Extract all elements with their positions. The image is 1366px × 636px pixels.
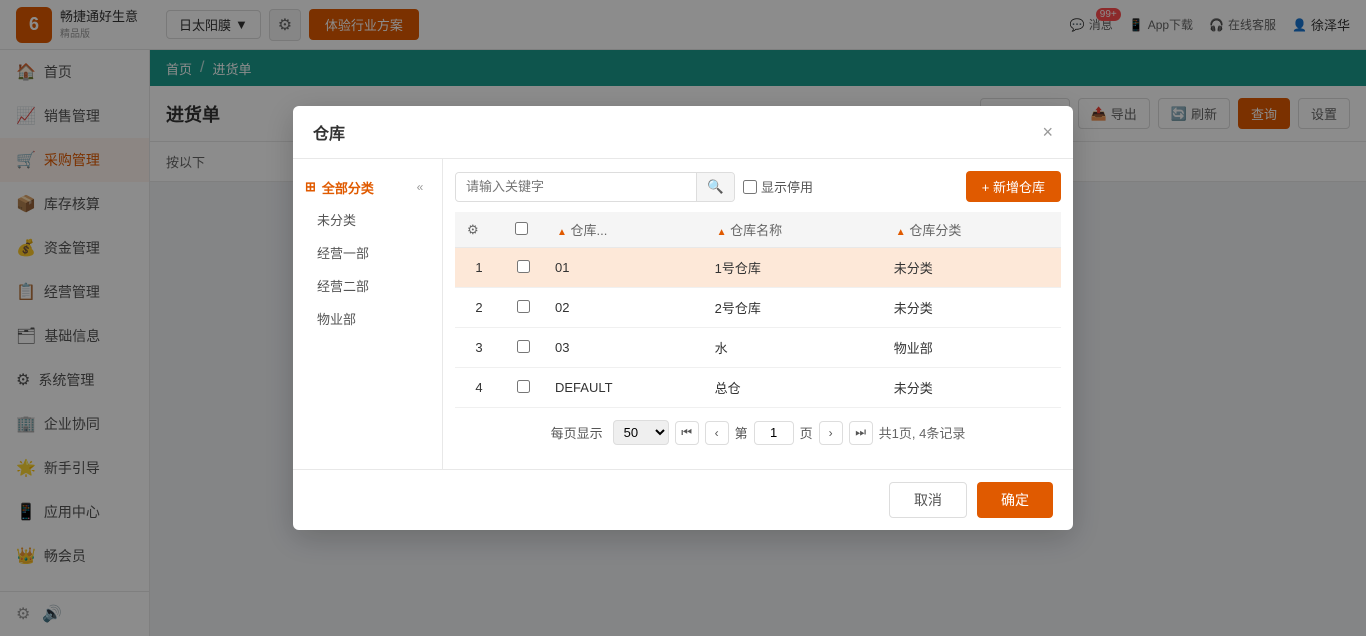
col-category-label: 仓库分类 (909, 223, 961, 238)
row4-name: 总仓 (703, 368, 882, 408)
pagination: 每页显示 50 100 200 ⏮ ‹ 第 页 › ⏭ 共1页, 4条记录 (455, 408, 1061, 457)
table-area: 🔍 显示停用 + 新增仓库 ⚙ (443, 159, 1073, 469)
close-btn[interactable]: × (1042, 122, 1053, 143)
first-page-btn[interactable]: ⏮ (675, 421, 699, 445)
search-box: 🔍 (455, 172, 735, 202)
warehouse-table: ⚙ ▲ 仓库... ▲ 仓库名称 (455, 212, 1061, 408)
category-item-unclassified[interactable]: 未分类 (293, 203, 442, 236)
grid-icon: ⊞ (305, 179, 316, 195)
show-disabled-checkbox[interactable] (743, 180, 757, 194)
table-row[interactable]: 1 01 1号仓库 未分类 (455, 248, 1061, 288)
table-body: 1 01 1号仓库 未分类 2 (455, 248, 1061, 408)
prev-page-btn[interactable]: ‹ (705, 421, 729, 445)
category-all-label: ⊞ 全部分类 (305, 178, 374, 197)
table-head: ⚙ ▲ 仓库... ▲ 仓库名称 (455, 212, 1061, 248)
row3-category: 物业部 (882, 328, 1061, 368)
col-header-check (503, 212, 543, 248)
row1-code: 01 (543, 248, 703, 288)
modal-title: 仓库 (313, 120, 345, 144)
row1-category: 未分类 (882, 248, 1061, 288)
search-input[interactable] (456, 173, 696, 200)
row3-code: 03 (543, 328, 703, 368)
modal-body: ⊞ 全部分类 « 未分类 经营一部 经营二部 物业部 🔍 (293, 159, 1073, 469)
per-page-select[interactable]: 50 100 200 (613, 420, 669, 445)
select-all-checkbox[interactable] (515, 222, 528, 235)
modal-footer: 取消 确定 (293, 469, 1073, 530)
col-header-name: ▲ 仓库名称 (703, 212, 882, 248)
warehouse-modal: 仓库 × ⊞ 全部分类 « 未分类 经营一部 经营二部 物业部 (293, 106, 1073, 530)
table-row[interactable]: 4 DEFAULT 总仓 未分类 (455, 368, 1061, 408)
row1-gear: 1 (455, 248, 503, 288)
show-disabled-label: 显示停用 (743, 177, 813, 196)
row1-checkbox[interactable] (517, 260, 530, 273)
table-row[interactable]: 3 03 水 物业部 (455, 328, 1061, 368)
col-code-label: 仓库... (571, 223, 608, 238)
category-all-header[interactable]: ⊞ 全部分类 « (293, 171, 442, 203)
row2-name: 2号仓库 (703, 288, 882, 328)
collapse-btn[interactable]: « (410, 177, 430, 197)
last-page-btn[interactable]: ⏭ (849, 421, 873, 445)
row4-check (503, 368, 543, 408)
modal-header: 仓库 × (293, 106, 1073, 159)
row4-num: 4 (475, 380, 482, 395)
row4-checkbox[interactable] (517, 380, 530, 393)
category-all-text: 全部分类 (322, 178, 374, 197)
row1-num: 1 (475, 260, 482, 275)
row3-gear: 3 (455, 328, 503, 368)
row2-num: 2 (475, 300, 482, 315)
col-name-label: 仓库名称 (730, 223, 782, 238)
per-page-label: 每页显示 (551, 423, 603, 442)
page-suffix: 页 (800, 423, 813, 442)
col-header-gear: ⚙ (455, 212, 503, 248)
row3-checkbox[interactable] (517, 340, 530, 353)
show-disabled-text: 显示停用 (761, 177, 813, 196)
add-warehouse-btn[interactable]: + 新增仓库 (966, 171, 1061, 202)
row1-name: 1号仓库 (703, 248, 882, 288)
table-header-row: ⚙ ▲ 仓库... ▲ 仓库名称 (455, 212, 1061, 248)
row1-check (503, 248, 543, 288)
cancel-btn[interactable]: 取消 (889, 482, 967, 518)
row3-num: 3 (475, 340, 482, 355)
sort-up-icon: ▲ (557, 227, 567, 238)
row2-checkbox[interactable] (517, 300, 530, 313)
table-row[interactable]: 2 02 2号仓库 未分类 (455, 288, 1061, 328)
category-item-ops1[interactable]: 经营一部 (293, 236, 442, 269)
row4-gear: 4 (455, 368, 503, 408)
row2-category: 未分类 (882, 288, 1061, 328)
row2-code: 02 (543, 288, 703, 328)
modal-overlay[interactable]: 仓库 × ⊞ 全部分类 « 未分类 经营一部 经营二部 物业部 (0, 0, 1366, 636)
page-input[interactable] (754, 421, 794, 445)
row4-code: DEFAULT (543, 368, 703, 408)
page-label: 第 (735, 423, 748, 442)
page-total: 共1页, 4条记录 (879, 423, 966, 442)
col-header-code: ▲ 仓库... (543, 212, 703, 248)
category-sidebar: ⊞ 全部分类 « 未分类 经营一部 经营二部 物业部 (293, 159, 443, 469)
sort-up-icon3: ▲ (896, 227, 906, 238)
table-toolbar: 🔍 显示停用 + 新增仓库 (455, 171, 1061, 202)
category-item-ops2[interactable]: 经营二部 (293, 269, 442, 302)
category-item-property[interactable]: 物业部 (293, 302, 442, 335)
col-header-category: ▲ 仓库分类 (882, 212, 1061, 248)
row4-category: 未分类 (882, 368, 1061, 408)
row2-gear: 2 (455, 288, 503, 328)
sort-up-icon2: ▲ (717, 227, 727, 238)
next-page-btn[interactable]: › (819, 421, 843, 445)
search-btn[interactable]: 🔍 (696, 173, 734, 201)
row3-check (503, 328, 543, 368)
confirm-btn[interactable]: 确定 (977, 482, 1053, 518)
row3-name: 水 (703, 328, 882, 368)
row2-check (503, 288, 543, 328)
